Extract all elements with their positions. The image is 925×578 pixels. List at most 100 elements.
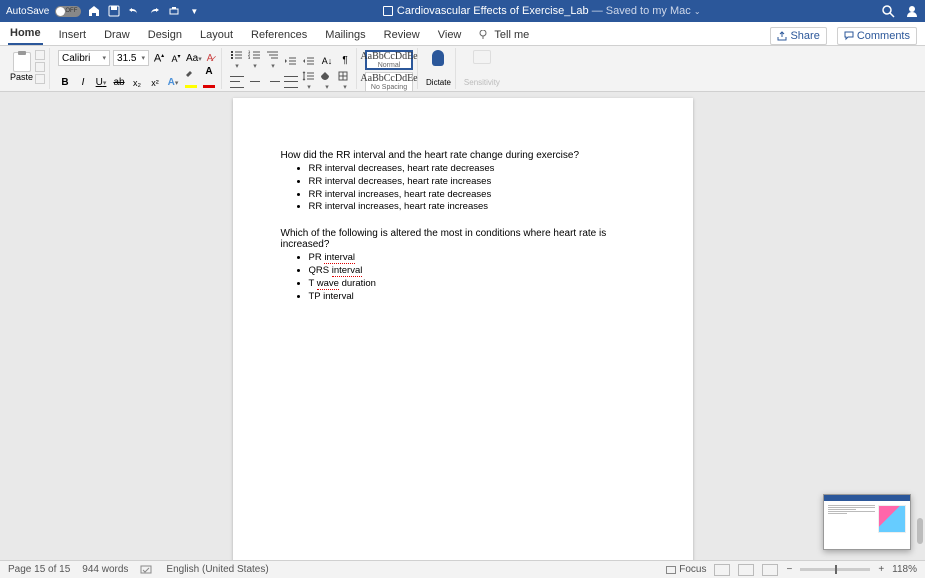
question-2-options: PR interval QRS interval T wave duration… [309, 252, 657, 303]
question-2: Which of the following is altered the mo… [281, 228, 657, 250]
zoom-out[interactable]: − [786, 564, 792, 575]
undo-icon[interactable] [127, 4, 141, 18]
tab-layout[interactable]: Layout [198, 25, 235, 45]
question-1-options: RR interval decreases, heart rate decrea… [309, 163, 657, 214]
share-button[interactable]: Share [770, 27, 826, 45]
underline-button[interactable]: U▾ [94, 77, 108, 88]
qat-dropdown-icon[interactable]: ▼ [187, 4, 201, 18]
share-label: Share [790, 30, 819, 42]
vertical-scrollbar[interactable] [915, 98, 923, 490]
list-item: RR interval increases, heart rate increa… [309, 201, 657, 214]
change-case-icon[interactable]: Aa▾ [186, 53, 200, 64]
save-icon[interactable] [107, 4, 121, 18]
zoom-slider[interactable] [800, 568, 870, 571]
style-normal[interactable]: AaBbCcDdEeNormal [365, 50, 413, 70]
sort-icon[interactable]: A↓ [320, 56, 334, 66]
line-spacing-icon[interactable]: ▾ [302, 71, 316, 92]
sensitivity-label: Sensitivity [464, 78, 500, 87]
window-title: Cardiovascular Effects of Exercise_Lab —… [201, 5, 881, 17]
zoom-level[interactable]: 118% [892, 564, 917, 575]
font-size-value: 31.5 [117, 53, 136, 64]
bold-button[interactable]: B [58, 77, 72, 88]
copy-icon[interactable] [35, 62, 45, 72]
text-effects-icon[interactable]: A▾ [166, 77, 180, 88]
tab-home[interactable]: Home [8, 23, 43, 45]
dictate-group[interactable]: Dictate [422, 48, 456, 89]
decrease-indent-icon[interactable] [284, 56, 298, 66]
font-name-select[interactable]: Calibri▾ [58, 50, 110, 66]
document-area[interactable]: How did the RR interval and the heart ra… [0, 92, 925, 560]
cut-icon[interactable] [35, 50, 45, 60]
paste-label: Paste [10, 72, 33, 82]
font-group: Calibri▾ 31.5▾ A▴ A▾ Aa▾ A̷ B I U▾ ab x₂… [54, 48, 222, 89]
tell-me[interactable]: Tell me [477, 25, 531, 45]
home-icon[interactable] [87, 4, 101, 18]
bullets-icon[interactable]: ▾ [230, 50, 244, 71]
titlebar-left: AutoSave OFF ▼ [6, 4, 201, 18]
paste-icon[interactable] [13, 52, 31, 72]
list-item: RR interval decreases, heart rate increa… [309, 176, 657, 189]
decrease-font-icon[interactable]: A▾ [169, 53, 183, 64]
align-center-button[interactable] [248, 76, 262, 88]
print-icon[interactable] [167, 4, 181, 18]
tab-insert[interactable]: Insert [57, 25, 89, 45]
list-item: RR interval increases, heart rate decrea… [309, 189, 657, 202]
web-layout-view[interactable] [738, 564, 754, 576]
redo-icon[interactable] [147, 4, 161, 18]
numbering-icon[interactable]: 123▾ [248, 50, 262, 71]
show-marks-icon[interactable]: ¶ [338, 55, 352, 66]
autosave-state: OFF [65, 8, 77, 14]
align-left-button[interactable] [230, 76, 244, 88]
print-layout-view[interactable] [714, 564, 730, 576]
font-name-value: Calibri [62, 53, 90, 64]
format-painter-icon[interactable] [35, 74, 45, 84]
tell-me-label: Tell me [494, 29, 529, 41]
tab-mailings[interactable]: Mailings [323, 25, 367, 45]
ribbon: Paste Calibri▾ 31.5▾ A▴ A▾ Aa▾ A̷ B I U▾… [0, 46, 925, 92]
multilevel-list-icon[interactable]: ▾ [266, 50, 280, 71]
justify-button[interactable] [284, 76, 298, 88]
tab-draw[interactable]: Draw [102, 25, 132, 45]
word-count[interactable]: 944 words [82, 564, 128, 575]
saved-state: — Saved to my Mac [592, 5, 691, 17]
page-count[interactable]: Page 15 of 15 [8, 564, 70, 575]
list-item: PR interval [309, 252, 657, 265]
doc-title: Cardiovascular Effects of Exercise_Lab [397, 5, 589, 17]
strikethrough-button[interactable]: ab [112, 77, 126, 88]
align-right-button[interactable] [266, 76, 280, 88]
italic-button[interactable]: I [76, 77, 90, 88]
tabbar-right: Share Comments [770, 27, 917, 45]
list-item: RR interval decreases, heart rate decrea… [309, 163, 657, 176]
tab-references[interactable]: References [249, 25, 309, 45]
document-page[interactable]: How did the RR interval and the heart ra… [233, 98, 693, 560]
tab-review[interactable]: Review [382, 25, 422, 45]
list-item: T wave duration [309, 278, 657, 291]
search-icon[interactable] [881, 4, 895, 18]
increase-indent-icon[interactable] [302, 56, 316, 66]
styles-group: AaBbCcDdEeNormal AaBbCcDdEeNo Spacing Aa… [361, 48, 418, 89]
shading-icon[interactable]: ▾ [320, 71, 334, 92]
page-thumbnail-preview[interactable] [823, 494, 911, 550]
comments-label: Comments [857, 30, 910, 42]
focus-mode[interactable]: Focus [666, 564, 706, 575]
subscript-button[interactable]: x₂ [130, 78, 144, 88]
spellcheck-icon[interactable] [140, 565, 154, 575]
tab-design[interactable]: Design [146, 25, 184, 45]
zoom-in[interactable]: + [878, 564, 884, 575]
dictate-label: Dictate [426, 78, 451, 87]
superscript-button[interactable]: x² [148, 78, 162, 88]
language[interactable]: English (United States) [166, 564, 268, 575]
style-no-spacing[interactable]: AaBbCcDdEeNo Spacing [365, 72, 413, 92]
tab-view[interactable]: View [436, 25, 464, 45]
user-icon[interactable] [905, 4, 919, 18]
font-size-select[interactable]: 31.5▾ [113, 50, 149, 66]
outline-view[interactable] [762, 564, 778, 576]
comments-button[interactable]: Comments [837, 27, 917, 45]
autosave-toggle[interactable]: OFF [55, 6, 81, 17]
svg-text:3: 3 [248, 55, 251, 60]
clear-formatting-icon[interactable]: A̷ [203, 53, 217, 64]
mic-icon [432, 50, 444, 66]
list-item: QRS interval [309, 265, 657, 278]
borders-icon[interactable]: ▾ [338, 71, 352, 92]
increase-font-icon[interactable]: A▴ [152, 52, 166, 65]
